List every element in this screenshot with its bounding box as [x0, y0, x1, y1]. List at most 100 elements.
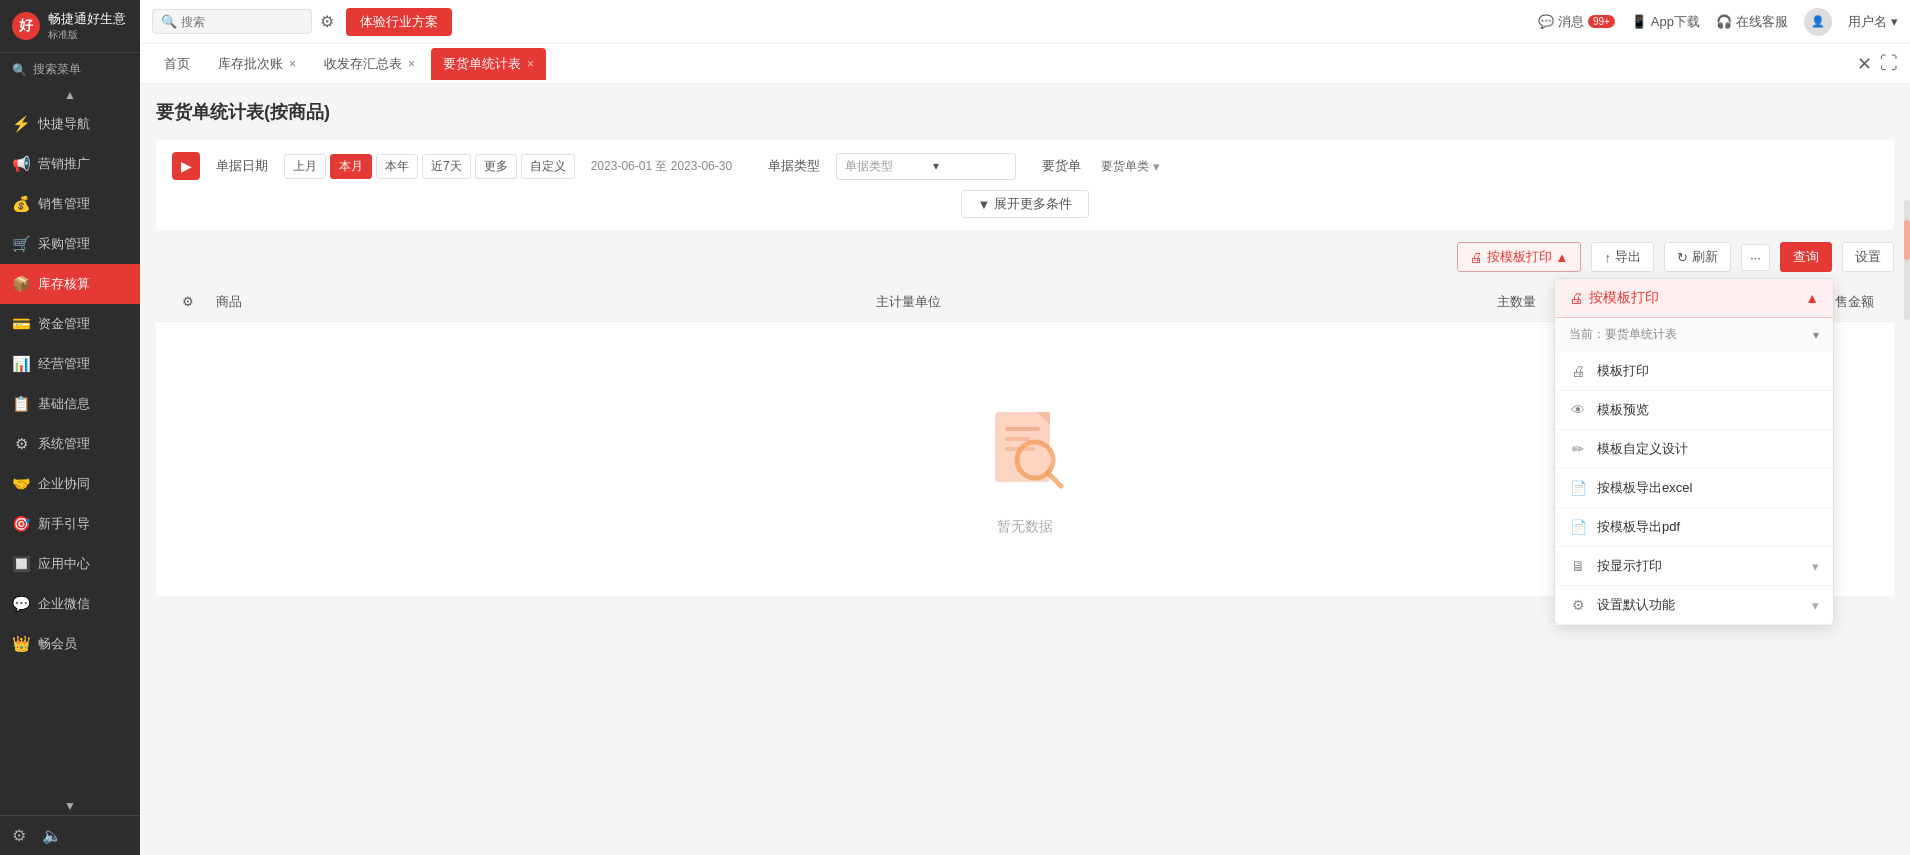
username-display[interactable]: 用户名 ▾ [1848, 13, 1898, 31]
dropdown-item-template-preview[interactable]: 👁 模板预览 [1555, 391, 1833, 430]
print-icon: 🖨 [1470, 250, 1483, 265]
quick-nav-icon: ⚡ [12, 115, 30, 133]
empty-text: 暂无数据 [997, 518, 1053, 536]
sound-icon[interactable]: 🔈 [42, 826, 62, 845]
service-icon: 🎧 [1716, 14, 1732, 29]
trial-button[interactable]: 体验行业方案 [346, 8, 452, 36]
more-actions-button[interactable]: ··· [1741, 244, 1770, 271]
chevron-down-icon: ▾ [1891, 14, 1898, 29]
sidebar-item-label: 库存核算 [38, 275, 90, 293]
expand-window-btn[interactable]: ⛶ [1880, 53, 1898, 74]
table-col-product: 商品 [208, 293, 868, 311]
sidebar-scroll-down[interactable]: ▼ [0, 797, 140, 815]
expand-icon: ▶ [181, 158, 192, 174]
sidebar-item-vip[interactable]: 👑 畅会员 [0, 624, 140, 664]
export-button[interactable]: ↑ 导出 [1591, 242, 1654, 272]
gear-icon[interactable]: ⚙ [320, 12, 334, 31]
refresh-button[interactable]: ↻ 刷新 [1664, 242, 1731, 272]
tab-close-order-stats[interactable]: × [527, 57, 534, 71]
type-label: 单据类型 [768, 157, 820, 175]
top-search-box[interactable]: 🔍 [152, 9, 312, 34]
filter-more-row: ▼ 展开更多条件 [172, 190, 1878, 218]
page-title: 要货单统计表(按商品) [156, 100, 1894, 124]
inventory-icon: 📦 [12, 275, 30, 293]
expand-more-btn[interactable]: ▼ 展开更多条件 [961, 190, 1090, 218]
finance-icon: 💳 [12, 315, 30, 333]
settings-bottom-icon[interactable]: ⚙ [12, 826, 26, 845]
order-type-select[interactable]: 单据类型 ▾ [836, 153, 1016, 180]
sidebar-item-newbie[interactable]: 🎯 新手引导 [0, 504, 140, 544]
dropdown-close-arrow[interactable]: ▲ [1805, 290, 1819, 306]
dropdown-item-display-print[interactable]: 🖥 按显示打印 ▾ [1555, 547, 1833, 586]
tab-receivable-summary[interactable]: 收发存汇总表 × [312, 48, 427, 80]
app-logo-icon: 好 [12, 12, 40, 40]
expand-more-icon: ▼ [978, 197, 991, 212]
sidebar-item-label: 企业协同 [38, 475, 90, 493]
online-service-action[interactable]: 🎧 在线客服 [1716, 13, 1788, 31]
sidebar-item-system[interactable]: ⚙ 系统管理 [0, 424, 140, 464]
current-chevron: ▾ [1813, 328, 1819, 342]
sidebar-item-finance[interactable]: 💳 资金管理 [0, 304, 140, 344]
settings-button[interactable]: 设置 [1842, 242, 1894, 272]
date-btn-custom[interactable]: 自定义 [521, 154, 575, 179]
date-options: 上月 本月 本年 近7天 更多 自定义 [284, 154, 575, 179]
print-dropdown-current: 当前：要货单统计表 ▾ [1555, 318, 1833, 352]
goods-filter-chevron: ▾ [1153, 159, 1160, 174]
sidebar-search[interactable]: 🔍 搜索菜单 [0, 53, 140, 86]
sidebar-item-label: 新手引导 [38, 515, 90, 533]
select-chevron-icon: ▾ [933, 159, 939, 173]
date-btn-last-month[interactable]: 上月 [284, 154, 326, 179]
app-download-action[interactable]: 📱 App下载 [1631, 13, 1700, 31]
set-default-icon: ⚙ [1569, 597, 1587, 613]
dropdown-item-export-excel[interactable]: 📄 按模板导出excel [1555, 469, 1833, 508]
app-center-icon: 🔲 [12, 555, 30, 573]
date-btn-this-month[interactable]: 本月 [330, 154, 372, 179]
system-icon: ⚙ [12, 435, 30, 453]
sidebar-item-marketing[interactable]: 📢 营销推广 [0, 144, 140, 184]
print-dropdown-title: 🖨 按模板打印 [1569, 289, 1659, 307]
tab-close-receivable-summary[interactable]: × [408, 57, 415, 71]
sales-icon: 💰 [12, 195, 30, 213]
display-print-icon: 🖥 [1569, 558, 1587, 574]
sidebar-item-sales[interactable]: 💰 销售管理 [0, 184, 140, 224]
scrollbar-thumb [1904, 220, 1910, 260]
date-btn-7days[interactable]: 近7天 [422, 154, 471, 179]
set-default-chevron: ▾ [1812, 598, 1819, 613]
message-action[interactable]: 💬 消息 99+ [1538, 13, 1615, 31]
filter-expand-button[interactable]: ▶ [172, 152, 200, 180]
query-button[interactable]: 查询 [1780, 242, 1832, 272]
download-icon: 📱 [1631, 14, 1647, 29]
dropdown-item-template-design[interactable]: ✏ 模板自定义设计 [1555, 430, 1833, 469]
table-col-settings[interactable]: ⚙ [168, 294, 208, 309]
marketing-icon: 📢 [12, 155, 30, 173]
sidebar-item-basic-info[interactable]: 📋 基础信息 [0, 384, 140, 424]
date-btn-this-year[interactable]: 本年 [376, 154, 418, 179]
tab-close-inventory-batch[interactable]: × [289, 57, 296, 71]
dropdown-item-template-print[interactable]: 🖨 模板打印 [1555, 352, 1833, 391]
top-search-input[interactable] [181, 15, 303, 29]
date-btn-more[interactable]: 更多 [475, 154, 517, 179]
dropdown-item-set-default[interactable]: ⚙ 设置默认功能 ▾ [1555, 586, 1833, 625]
close-window-btn[interactable]: ✕ [1857, 53, 1872, 75]
sidebar-item-quick-nav[interactable]: ⚡ 快捷导航 [0, 104, 140, 144]
right-scrollbar[interactable] [1904, 200, 1910, 320]
sidebar-nav: ⚡ 快捷导航 📢 营销推广 💰 销售管理 🛒 采购管理 📦 库存核算 💳 资金管… [0, 104, 140, 797]
sidebar-item-label: 快捷导航 [38, 115, 90, 133]
user-avatar[interactable]: 👤 [1804, 8, 1832, 36]
sidebar-item-operations[interactable]: 📊 经营管理 [0, 344, 140, 384]
sidebar-item-inventory[interactable]: 📦 库存核算 [0, 264, 140, 304]
tab-home[interactable]: 首页 [152, 48, 202, 80]
tab-order-stats[interactable]: 要货单统计表 × [431, 48, 546, 80]
sidebar-item-label: 基础信息 [38, 395, 90, 413]
sidebar-item-app-center[interactable]: 🔲 应用中心 [0, 544, 140, 584]
sidebar-item-purchase[interactable]: 🛒 采购管理 [0, 224, 140, 264]
window-control-buttons: ✕ ⛶ [1857, 53, 1898, 75]
sidebar-item-corp-wechat[interactable]: 💬 企业微信 [0, 584, 140, 624]
print-template-button[interactable]: 🖨 按模板打印 ▲ [1457, 242, 1582, 272]
sidebar-scroll-up[interactable]: ▲ [0, 86, 140, 104]
corp-wechat-icon: 💬 [12, 595, 30, 613]
svg-rect-1 [1005, 427, 1040, 431]
dropdown-item-export-pdf[interactable]: 📄 按模板导出pdf [1555, 508, 1833, 547]
sidebar-item-enterprise[interactable]: 🤝 企业协同 [0, 464, 140, 504]
tab-inventory-batch[interactable]: 库存批次账 × [206, 48, 308, 80]
